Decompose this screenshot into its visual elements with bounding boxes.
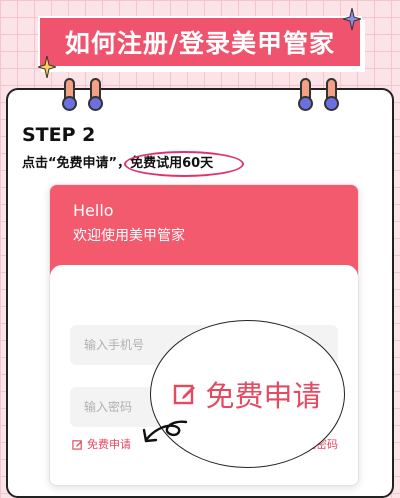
binder-ring — [324, 78, 339, 111]
binder-ring — [88, 78, 103, 111]
binder-ring — [298, 78, 313, 111]
sparkle-icon — [38, 56, 56, 78]
edit-icon — [174, 384, 196, 405]
edit-icon — [72, 439, 83, 450]
step-desc-highlight: 免费试用60天 — [124, 151, 245, 177]
title-banner: 如何注册/登录美甲管家 — [38, 16, 362, 68]
step-desc-prefix: 点击“免费申请”， — [22, 156, 131, 171]
hello-text: Hello — [73, 201, 114, 220]
apply-link-label: 免费申请 — [87, 438, 131, 451]
zoom-callout-label: 免费申请 — [205, 379, 322, 413]
sparkle-icon — [343, 8, 361, 30]
login-header: Hello 欢迎使用美甲管家 — [50, 185, 358, 277]
step-title: STEP 2 — [22, 124, 96, 146]
highlight-circle — [124, 151, 245, 177]
pointer-arrow-icon — [142, 420, 188, 443]
apply-link[interactable]: 免费申请 — [72, 436, 131, 452]
banner-title: 如何注册/登录美甲管家 — [64, 29, 336, 58]
welcome-text: 欢迎使用美甲管家 — [73, 228, 185, 244]
binder-ring — [62, 78, 77, 111]
step-description: 点击“免费申请”， 免费试用60天 — [22, 151, 245, 177]
